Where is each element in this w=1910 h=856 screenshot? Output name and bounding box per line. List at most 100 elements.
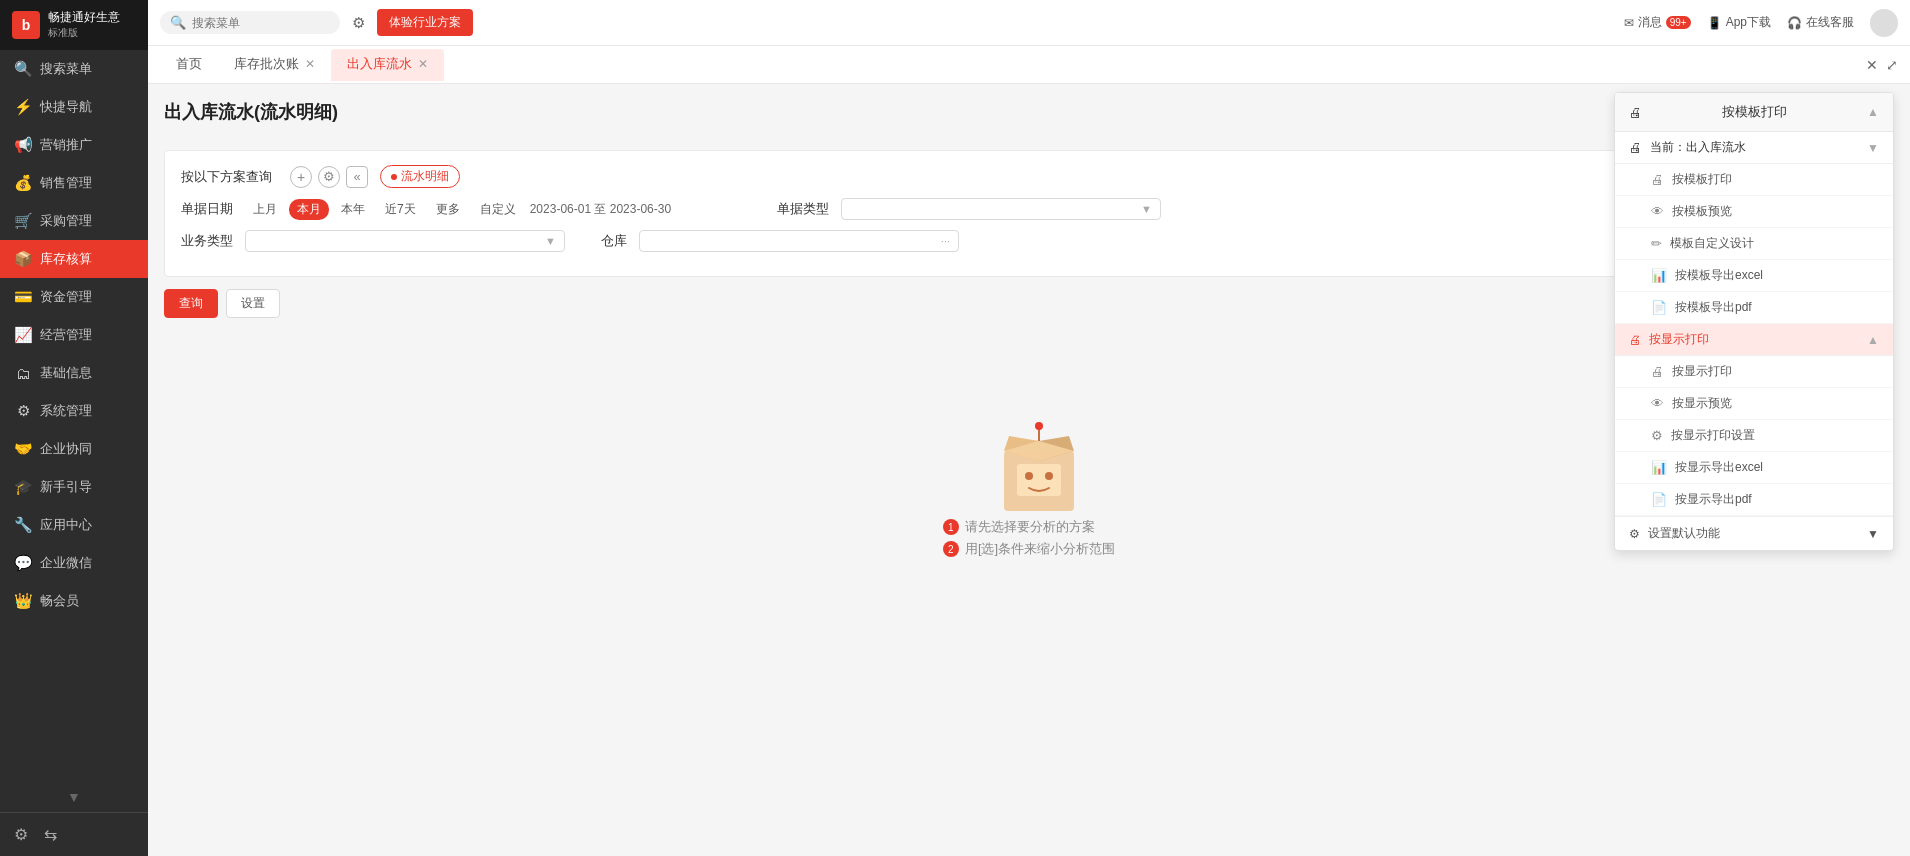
tip-num-1: 1: [943, 519, 959, 535]
topbar-search-box[interactable]: 🔍: [160, 11, 340, 34]
warehouse-select[interactable]: ···: [639, 230, 959, 252]
topbar-right: ✉ 消息 99+ 📱 App下载 🎧 在线客服: [1624, 9, 1898, 37]
date-tab-7days[interactable]: 近7天: [377, 199, 424, 220]
dropdown-display-export-pdf[interactable]: 📄 按显示导出pdf: [1615, 484, 1893, 516]
filter-add-btn[interactable]: +: [290, 166, 312, 188]
print-icon-header: 🖨: [1629, 105, 1642, 120]
dropdown-current-row[interactable]: 🖨 当前：出入库流水 ▼: [1615, 132, 1893, 164]
tab-flow[interactable]: 出入库流水 ✕: [331, 49, 444, 81]
template-print-icon: 🖨: [1651, 172, 1664, 187]
dropdown-template-custom[interactable]: ✏ 模板自定义设计: [1615, 228, 1893, 260]
dropdown-header-label: 按模板打印: [1722, 103, 1787, 121]
biz-type-select[interactable]: ▼: [245, 230, 565, 252]
date-tab-last-month[interactable]: 上月: [245, 199, 285, 220]
tab-batch[interactable]: 库存批次账 ✕: [218, 49, 331, 81]
settings-btn[interactable]: 设置: [226, 289, 280, 318]
app-name: 畅捷通好生意: [48, 10, 120, 26]
minimize-icon[interactable]: ✕: [1866, 57, 1878, 73]
topbar: 🔍 ⚙ 体验行业方案 ✉ 消息 99+ 📱 App下载 🎧 在线客服: [148, 0, 1910, 46]
date-tab-this-month[interactable]: 本月: [289, 199, 329, 220]
empty-illustration: [979, 406, 1079, 506]
dropdown-template-export-pdf[interactable]: 📄 按模板导出pdf: [1615, 292, 1893, 324]
page-title: 出入库流水(流水明细): [164, 100, 338, 124]
date-field: 上月 本月 本年 近7天 更多 自定义 2023-06-01 至 2023-06…: [245, 199, 765, 220]
date-tab-custom[interactable]: 自定义: [472, 199, 524, 220]
sidebar-item-quick-nav[interactable]: ⚡ 快捷导航: [0, 88, 148, 126]
sidebar-item-operations[interactable]: 📈 经营管理: [0, 316, 148, 354]
sidebar-footer: ⚙ ⇆: [0, 812, 148, 856]
dropdown-footer-set-default[interactable]: ⚙ 设置默认功能 ▼: [1615, 516, 1893, 550]
marketing-icon: 📢: [14, 136, 32, 154]
sidebar-item-search[interactable]: 🔍 搜索菜单: [0, 50, 148, 88]
filter-action-buttons: + ⚙ «: [290, 166, 368, 188]
query-btn[interactable]: 查询: [164, 289, 218, 318]
sidebar-item-apps[interactable]: 🔧 应用中心: [0, 506, 148, 544]
doc-type-select[interactable]: ▼: [841, 198, 1161, 220]
display-section-icon: 🖨: [1629, 333, 1641, 347]
dropdown-collapse-arrow[interactable]: ▲: [1867, 105, 1879, 119]
settings-footer-icon[interactable]: ⚙: [14, 825, 28, 844]
dropdown-display-print-settings[interactable]: ⚙ 按显示打印设置: [1615, 420, 1893, 452]
sidebar-item-sales[interactable]: 💰 销售管理: [0, 164, 148, 202]
biz-type-arrow-icon: ▼: [545, 235, 556, 247]
main-content: 🔍 ⚙ 体验行业方案 ✉ 消息 99+ 📱 App下载 🎧 在线客服 首页: [148, 0, 1910, 856]
set-default-arrow: ▼: [1867, 527, 1879, 541]
sidebar-item-inventory[interactable]: 📦 库存核算: [0, 240, 148, 278]
collapse-sidebar-icon[interactable]: ⇆: [44, 825, 57, 844]
topbar-gear-icon[interactable]: ⚙: [352, 14, 365, 32]
template-custom-icon: ✏: [1651, 236, 1662, 251]
dropdown-display-items: 🖨 按显示打印 👁 按显示预览 ⚙ 按显示打印设置 📊 按显示导出excel 📄: [1615, 356, 1893, 516]
filter-collapse-btn[interactable]: «: [346, 166, 368, 188]
doc-type-arrow-icon: ▼: [1141, 203, 1152, 215]
maximize-icon[interactable]: ⤢: [1886, 57, 1898, 73]
messages-badge: 99+: [1666, 16, 1691, 29]
filter-tag-liushuimingxi[interactable]: 流水明细: [380, 165, 460, 188]
date-tab-this-year[interactable]: 本年: [333, 199, 373, 220]
tabs-bar: 首页 库存批次账 ✕ 出入库流水 ✕ ✕ ⤢: [148, 46, 1910, 84]
dropdown-display-print-section-header[interactable]: 🖨 按显示打印 ▲: [1615, 324, 1893, 356]
sales-icon: 💰: [14, 174, 32, 192]
doc-type-label: 单据类型: [777, 200, 829, 218]
sidebar-item-label: 销售管理: [40, 174, 92, 192]
biz-type-label: 业务类型: [181, 232, 233, 250]
sidebar-scroll-down[interactable]: ▼: [67, 789, 81, 805]
app-download-btn[interactable]: 📱 App下载: [1707, 14, 1771, 31]
sidebar-item-marketing[interactable]: 📢 营销推广: [0, 126, 148, 164]
dropdown-display-export-excel[interactable]: 📊 按显示导出excel: [1615, 452, 1893, 484]
tab-batch-close[interactable]: ✕: [305, 57, 315, 71]
dropdown-display-print[interactable]: 🖨 按显示打印: [1615, 356, 1893, 388]
sidebar-item-basics[interactable]: 🗂 基础信息: [0, 354, 148, 392]
warehouse-label: 仓库: [601, 232, 627, 250]
user-avatar[interactable]: [1870, 9, 1898, 37]
sidebar-item-label: 企业微信: [40, 554, 92, 572]
sidebar-item-cooperation[interactable]: 🤝 企业协同: [0, 430, 148, 468]
sidebar-item-purchase[interactable]: 🛒 采购管理: [0, 202, 148, 240]
sidebar-item-membership[interactable]: 👑 畅会员: [0, 582, 148, 620]
sidebar-item-label: 经营管理: [40, 326, 92, 344]
sidebar-item-label: 营销推广: [40, 136, 92, 154]
online-service-btn[interactable]: 🎧 在线客服: [1787, 14, 1854, 31]
sidebar-item-finance[interactable]: 💳 资金管理: [0, 278, 148, 316]
tab-flow-close[interactable]: ✕: [418, 57, 428, 71]
messages-btn[interactable]: ✉ 消息 99+: [1624, 14, 1691, 31]
sidebar-item-wechat[interactable]: 💬 企业微信: [0, 544, 148, 582]
dropdown-template-print[interactable]: 🖨 按模板打印: [1615, 164, 1893, 196]
sidebar-item-guide[interactable]: 🎓 新手引导: [0, 468, 148, 506]
filter-settings-btn[interactable]: ⚙: [318, 166, 340, 188]
sidebar-item-system[interactable]: ⚙ 系统管理: [0, 392, 148, 430]
app-icon: 📱: [1707, 16, 1722, 30]
sidebar-item-label: 基础信息: [40, 364, 92, 382]
dropdown-template-preview[interactable]: 👁 按模板预览: [1615, 196, 1893, 228]
search-nav-icon: 🔍: [14, 60, 32, 78]
quick-nav-icon: ⚡: [14, 98, 32, 116]
app-edition: 标准版: [48, 26, 120, 40]
warehouse-dots-icon: ···: [941, 235, 950, 247]
dropdown-display-preview[interactable]: 👁 按显示预览: [1615, 388, 1893, 420]
display-pdf-icon: 📄: [1651, 492, 1667, 507]
dropdown-template-export-excel[interactable]: 📊 按模板导出excel: [1615, 260, 1893, 292]
tab-home[interactable]: 首页: [160, 49, 218, 81]
industry-btn[interactable]: 体验行业方案: [377, 9, 473, 36]
dropdown-template-items: 🖨 按模板打印 👁 按模板预览 ✏ 模板自定义设计 📊 按模板导出excel 📄: [1615, 164, 1893, 324]
search-input[interactable]: [192, 16, 312, 30]
date-tab-more[interactable]: 更多: [428, 199, 468, 220]
